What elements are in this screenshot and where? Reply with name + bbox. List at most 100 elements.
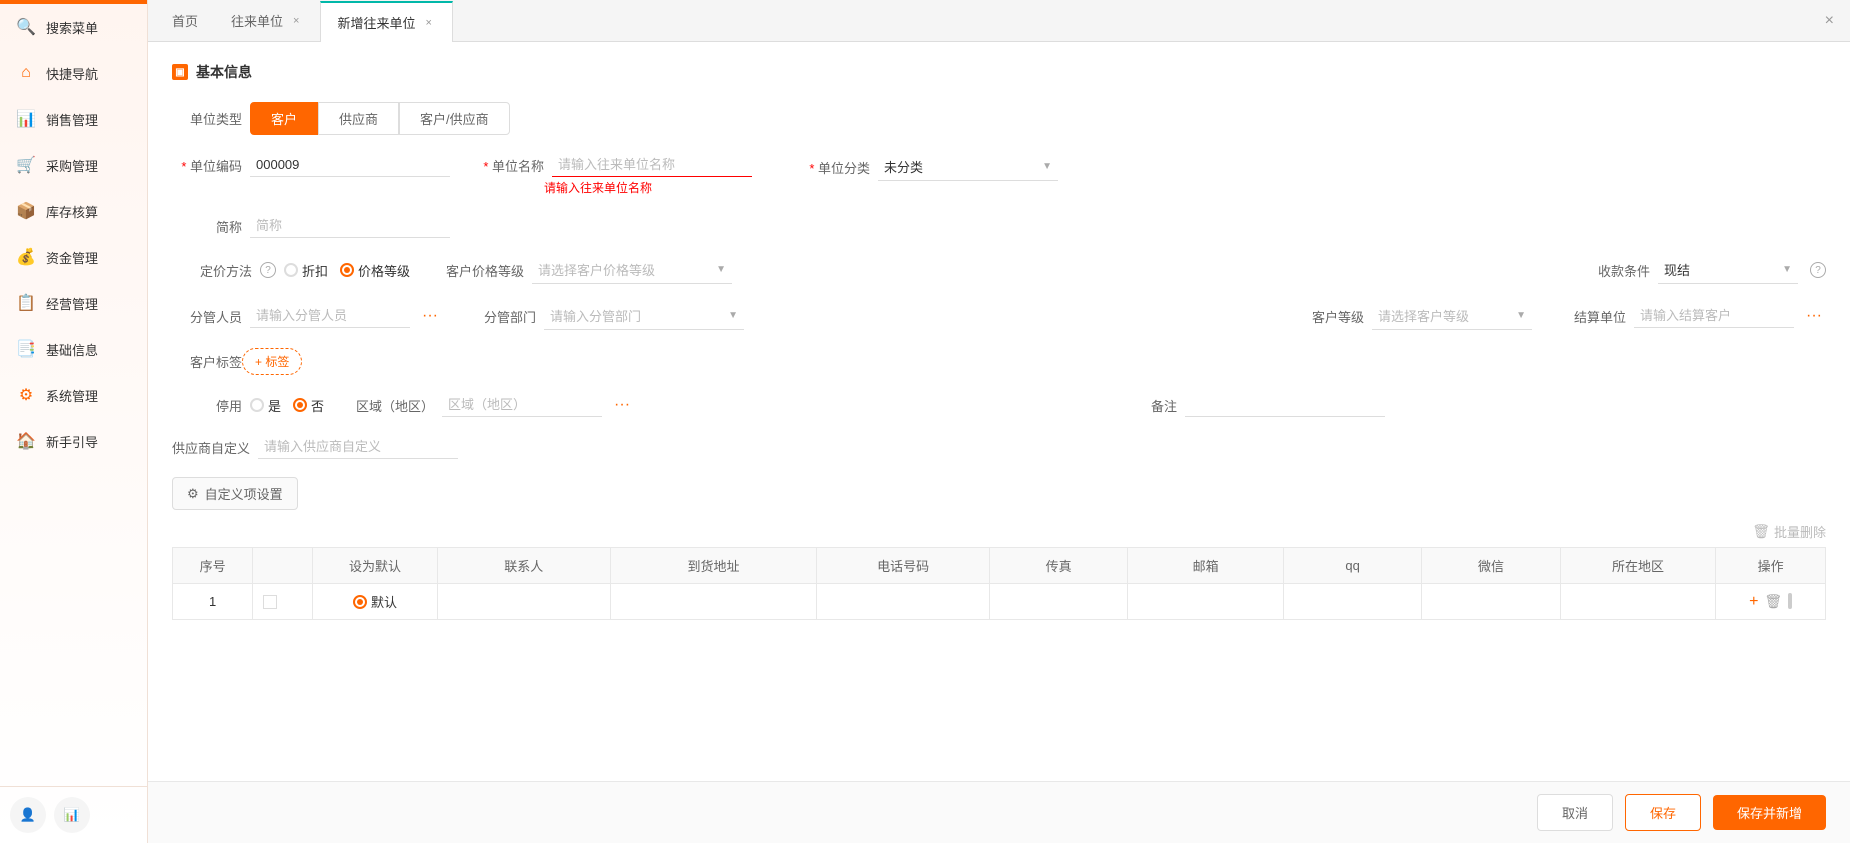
pricing-help-icon[interactable]: ? (260, 262, 276, 278)
radio-level-circle (340, 263, 354, 277)
row-contact[interactable] (437, 584, 610, 620)
pricing-radio-level[interactable]: 价格等级 (340, 261, 410, 280)
manager-dots-btn[interactable]: ··· (418, 307, 442, 325)
search-icon: 🔍 (16, 17, 36, 37)
sidebar-item-label: 基础信息 (46, 340, 98, 359)
customer-price-level-field: 客户价格等级 请选择客户价格等级 ▼ (434, 256, 1556, 284)
short-name-input[interactable] (250, 214, 450, 238)
disable-radio-yes[interactable]: 是 (250, 396, 281, 415)
system-icon: ⚙ (16, 385, 36, 405)
sidebar-item-label: 采购管理 (46, 156, 98, 175)
remark-input[interactable] (1185, 393, 1385, 417)
sidebar-item-operations[interactable]: 📋 经营管理 (0, 280, 147, 326)
tab-partners[interactable]: 往来单位 × (215, 0, 320, 42)
finance-icon: 💰 (16, 247, 36, 267)
payment-term-help-icon[interactable]: ? (1810, 262, 1826, 278)
close-all-button[interactable]: × (1817, 8, 1842, 34)
payment-term-select[interactable]: 现结 ▼ (1658, 256, 1798, 284)
manager-label: 分管人员 (172, 307, 242, 326)
sidebar-item-purchase[interactable]: 🛒 采购管理 (0, 142, 147, 188)
department-select[interactable]: 请输入分管部门 ▼ (544, 302, 744, 330)
unit-name-input[interactable] (552, 153, 752, 177)
unit-category-select[interactable]: 未分类 ▼ (878, 153, 1058, 181)
save-new-button[interactable]: 保存并新增 (1713, 795, 1826, 830)
sidebar-item-sales[interactable]: 📊 销售管理 (0, 96, 147, 142)
customer-level-select[interactable]: 请选择客户等级 ▼ (1372, 302, 1532, 330)
disable-radio-no[interactable]: 否 (293, 396, 324, 415)
row-phone[interactable] (817, 584, 990, 620)
batch-delete-icon: 🗑 (1752, 523, 1770, 540)
row-fax[interactable] (989, 584, 1127, 620)
region-input[interactable] (442, 393, 602, 417)
unit-code-input[interactable] (250, 153, 450, 177)
batch-delete-button[interactable]: 批量删除 (1774, 522, 1826, 541)
sidebar-item-guide[interactable]: 🏠 新手引导 (0, 418, 147, 464)
footer: 取消 保存 保存并新增 (148, 781, 1850, 843)
customer-level-placeholder: 请选择客户等级 (1378, 306, 1469, 325)
sidebar-bottom-btn1[interactable]: 👤 (10, 797, 46, 833)
pricing-method-field: 定价方法 ? 折扣 价格等级 (172, 261, 410, 280)
row-email[interactable] (1128, 584, 1284, 620)
sidebar-item-finance[interactable]: 💰 资金管理 (0, 234, 147, 280)
sidebar-item-system[interactable]: ⚙ 系统管理 (0, 372, 147, 418)
manager-input[interactable] (250, 304, 410, 328)
batch-delete-area: 🗑 批量删除 (172, 522, 1826, 541)
sidebar-bottom-btn2[interactable]: 📊 (54, 797, 90, 833)
department-field: 分管部门 请输入分管部门 ▼ (466, 302, 1270, 330)
custom-settings-button[interactable]: ⚙ 自定义项设置 (172, 477, 298, 510)
tab-home[interactable]: 首页 (156, 0, 215, 42)
row-checkbox[interactable] (263, 595, 277, 609)
sidebar-item-basic-info[interactable]: 📑 基础信息 (0, 326, 147, 372)
type-btn-both[interactable]: 客户/供应商 (399, 102, 510, 135)
region-dots-btn[interactable]: ··· (610, 396, 634, 414)
type-btn-customer[interactable]: 客户 (250, 102, 318, 135)
sidebar-item-search[interactable]: 🔍 搜索菜单 (0, 4, 147, 50)
settlement-dots-btn[interactable]: ··· (1802, 307, 1826, 325)
pricing-radio-discount[interactable]: 折扣 (284, 261, 328, 280)
row-wechat[interactable] (1422, 584, 1560, 620)
row-address[interactable] (610, 584, 817, 620)
row-default-radio[interactable] (353, 595, 367, 609)
row-action-cell: + 🗑 (1716, 584, 1826, 620)
row-add-button[interactable]: + (1749, 593, 1758, 611)
row-seq: 1 (173, 584, 253, 620)
row-qq[interactable] (1283, 584, 1421, 620)
payment-term-field: 收款条件 现结 ▼ ? (1580, 256, 1826, 284)
custom-settings-label: 自定义项设置 (205, 484, 283, 503)
tab-partners-close[interactable]: × (289, 13, 303, 29)
supplier-custom-input[interactable] (258, 435, 458, 459)
customer-price-level-placeholder: 请选择客户价格等级 (538, 260, 655, 279)
sidebar-item-inventory[interactable]: 📦 库存核算 (0, 188, 147, 234)
sidebar-item-label: 库存核算 (46, 202, 98, 221)
sidebar-bottom: 👤 📊 (0, 786, 147, 843)
tab-home-label: 首页 (172, 11, 198, 30)
save-button[interactable]: 保存 (1625, 794, 1701, 831)
department-placeholder: 请输入分管部门 (550, 306, 641, 325)
guide-icon: 🏠 (16, 431, 36, 451)
th-email: 邮箱 (1128, 548, 1284, 584)
tab-new-partner-label: 新增往来单位 (337, 13, 415, 32)
supplier-custom-field: 供应商自定义 (172, 435, 458, 459)
row-checkbox-cell (253, 584, 313, 620)
remark-field: 备注 (1107, 393, 1826, 417)
row-delete-button[interactable]: 🗑 (1764, 593, 1782, 611)
sidebar-item-label: 新手引导 (46, 432, 98, 451)
sales-icon: 📊 (16, 109, 36, 129)
radio-level-label: 价格等级 (358, 261, 410, 280)
tab-new-partner-close[interactable]: × (421, 15, 435, 31)
pricing-radio-group: 折扣 价格等级 (284, 261, 410, 280)
sidebar-item-quick-nav[interactable]: ⌂ 快捷导航 (0, 50, 147, 96)
settlement-unit-input[interactable] (1634, 304, 1794, 328)
tag-label: 客户标签 (172, 352, 242, 371)
th-wechat: 微信 (1422, 548, 1560, 584)
manager-row: 分管人员 ··· 分管部门 请输入分管部门 ▼ 客户等级 请选择客户等级 ▼ 结… (172, 302, 1826, 330)
customer-price-level-select[interactable]: 请选择客户价格等级 ▼ (532, 256, 732, 284)
tab-new-partner[interactable]: 新增往来单位 × (320, 1, 452, 43)
type-btn-supplier[interactable]: 供应商 (318, 102, 399, 135)
cancel-button[interactable]: 取消 (1537, 794, 1613, 831)
purchase-icon: 🛒 (16, 155, 36, 175)
unit-code-field: 单位编码 (172, 153, 450, 177)
row-region[interactable] (1560, 584, 1716, 620)
add-tag-button[interactable]: + 标签 (242, 348, 302, 375)
short-name-row: 简称 (172, 214, 1826, 238)
